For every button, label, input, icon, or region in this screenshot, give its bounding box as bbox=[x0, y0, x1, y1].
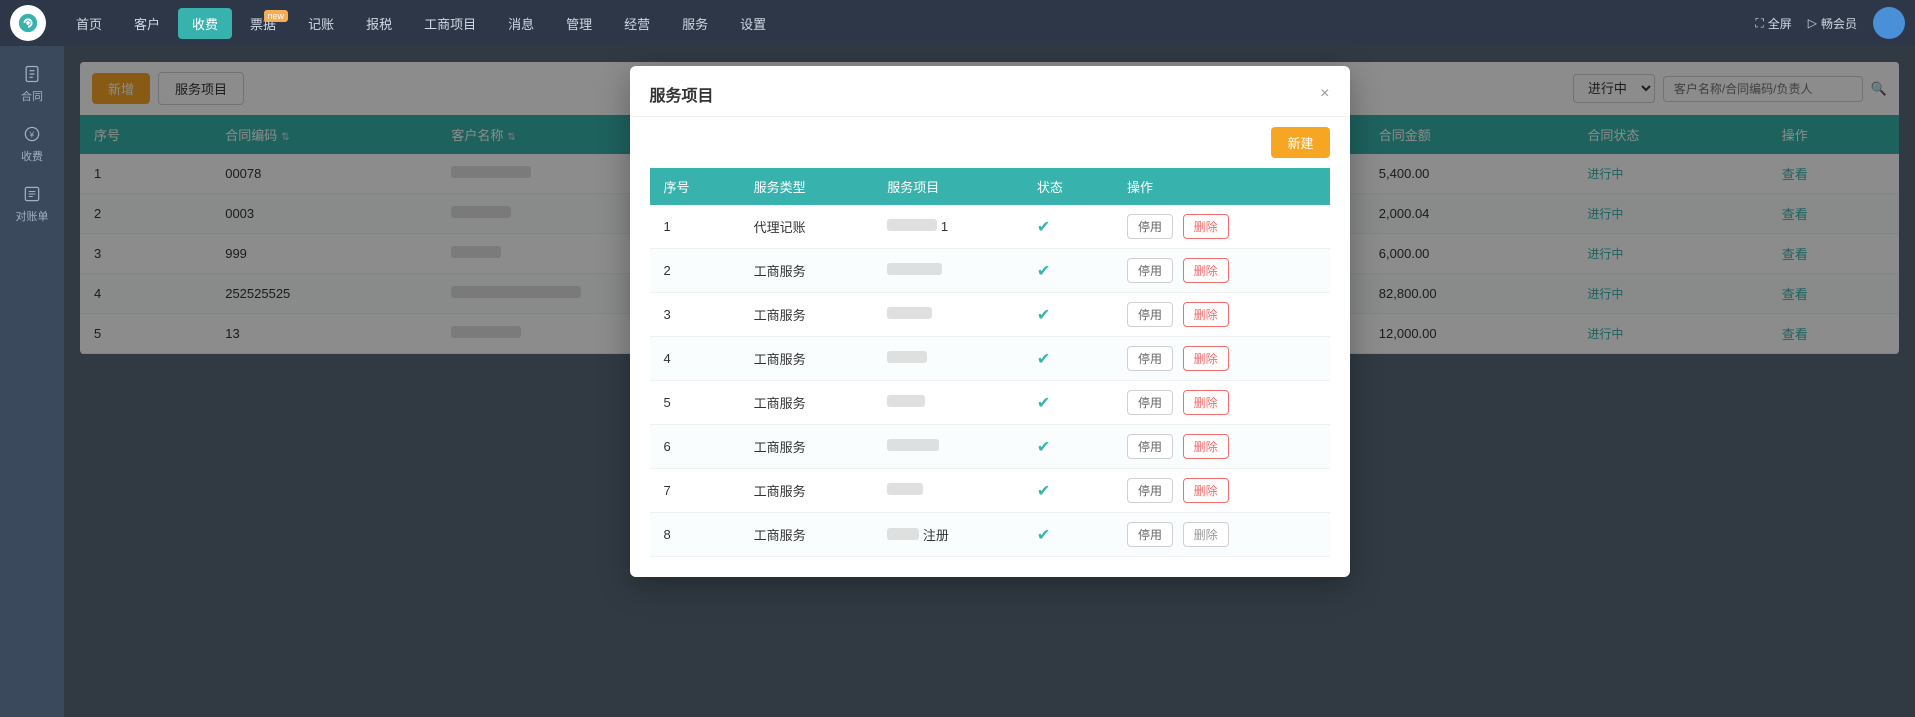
stop-button[interactable]: 停用 bbox=[1127, 390, 1173, 415]
modal-overlay[interactable]: 服务项目 × 新建 序号 服务类型 bbox=[64, 46, 1915, 717]
statement-icon bbox=[22, 184, 42, 204]
modal-header: 服务项目 × bbox=[630, 66, 1350, 117]
delete-button[interactable]: 删除 bbox=[1183, 302, 1229, 327]
modal-col-type: 服务类型 bbox=[740, 168, 874, 205]
nav-right: ⛶ 全屏 ▷ 畅会员 bbox=[1755, 7, 1905, 39]
new-badge: new bbox=[264, 10, 289, 22]
nav-items: 首页 客户 收费 票据 new 记账 报税 工商项目 消息 管理 经营 服务 设… bbox=[62, 8, 1755, 39]
modal-close-button[interactable]: × bbox=[1320, 85, 1329, 103]
modal-col-status: 状态 bbox=[1023, 168, 1113, 205]
nav-home[interactable]: 首页 bbox=[62, 8, 116, 39]
sidebar-item-contract[interactable]: 合同 bbox=[4, 56, 60, 112]
delete-button[interactable]: 删除 bbox=[1183, 434, 1229, 459]
nav-bookkeeping[interactable]: 记账 bbox=[294, 8, 348, 39]
sidebar: 合同 ¥ 收费 对账单 bbox=[0, 46, 64, 717]
vip-icon: ▷ bbox=[1808, 16, 1817, 30]
status-check-icon: ✔ bbox=[1037, 395, 1050, 412]
stop-button[interactable]: 停用 bbox=[1127, 522, 1173, 547]
nav-business[interactable]: 经营 bbox=[610, 8, 664, 39]
delete-button[interactable]: 删除 bbox=[1183, 258, 1229, 283]
nav-service[interactable]: 服务 bbox=[668, 8, 722, 39]
app-root: 首页 客户 收费 票据 new 记账 报税 工商项目 消息 管理 经营 服务 设… bbox=[0, 0, 1915, 717]
status-check-icon: ✔ bbox=[1037, 307, 1050, 324]
nav-invoice[interactable]: 票据 new bbox=[236, 8, 290, 39]
list-item: 3 工商服务 ✔ 停用 删除 bbox=[650, 293, 1330, 337]
stop-button[interactable]: 停用 bbox=[1127, 302, 1173, 327]
delete-button-disabled[interactable]: 删除 bbox=[1183, 522, 1229, 547]
list-item: 2 工商服务 ✔ 停用 删除 bbox=[650, 249, 1330, 293]
sidebar-item-statement[interactable]: 对账单 bbox=[4, 176, 60, 232]
sidebar-item-fee[interactable]: ¥ 收费 bbox=[4, 116, 60, 172]
stop-button[interactable]: 停用 bbox=[1127, 214, 1173, 239]
modal-table-wrap[interactable]: 序号 服务类型 服务项目 状态 操作 1 bbox=[630, 168, 1350, 577]
contract-icon bbox=[22, 64, 42, 84]
status-check-icon: ✔ bbox=[1037, 263, 1050, 280]
modal-col-action: 操作 bbox=[1113, 168, 1329, 205]
delete-button[interactable]: 删除 bbox=[1183, 346, 1229, 371]
modal-title: 服务项目 bbox=[650, 82, 714, 106]
nav-message[interactable]: 消息 bbox=[494, 8, 548, 39]
top-nav: 首页 客户 收费 票据 new 记账 报税 工商项目 消息 管理 经营 服务 设… bbox=[0, 0, 1915, 46]
status-check-icon: ✔ bbox=[1037, 439, 1050, 456]
delete-button[interactable]: 删除 bbox=[1183, 390, 1229, 415]
status-check-icon: ✔ bbox=[1037, 351, 1050, 368]
stop-button[interactable]: 停用 bbox=[1127, 258, 1173, 283]
logo bbox=[10, 5, 46, 41]
fullscreen-btn[interactable]: ⛶ 全屏 bbox=[1755, 15, 1791, 32]
status-check-icon: ✔ bbox=[1037, 527, 1050, 544]
list-item: 1 代理记账 1 ✔ 停用 删除 bbox=[650, 205, 1330, 249]
list-item: 8 工商服务 注册 ✔ 停用 删除 bbox=[650, 513, 1330, 557]
avatar[interactable] bbox=[1873, 7, 1905, 39]
modal-new-button[interactable]: 新建 bbox=[1271, 127, 1329, 158]
service-items-table: 序号 服务类型 服务项目 状态 操作 1 bbox=[650, 168, 1330, 557]
modal-col-item: 服务项目 bbox=[873, 168, 1023, 205]
nav-manage[interactable]: 管理 bbox=[552, 8, 606, 39]
content-area: 新增 服务项目 进行中 🔍 序号 合同编码⇅ bbox=[64, 46, 1915, 717]
status-check-icon: ✔ bbox=[1037, 219, 1050, 236]
vip-btn[interactable]: ▷ 畅会员 bbox=[1808, 15, 1857, 32]
fullscreen-icon: ⛶ bbox=[1755, 16, 1763, 31]
modal-col-seq: 序号 bbox=[650, 168, 740, 205]
delete-button[interactable]: 删除 bbox=[1183, 478, 1229, 503]
delete-button[interactable]: 删除 bbox=[1183, 214, 1229, 239]
fee-icon: ¥ bbox=[22, 124, 42, 144]
list-item: 6 工商服务 ✔ 停用 删除 bbox=[650, 425, 1330, 469]
stop-button[interactable]: 停用 bbox=[1127, 434, 1173, 459]
nav-bizproject[interactable]: 工商项目 bbox=[410, 8, 490, 39]
list-item: 4 工商服务 ✔ 停用 删除 bbox=[650, 337, 1330, 381]
modal-toolbar: 新建 bbox=[630, 117, 1350, 168]
main-layout: 合同 ¥ 收费 对账单 bbox=[0, 46, 1915, 717]
service-modal: 服务项目 × 新建 序号 服务类型 bbox=[630, 66, 1350, 577]
list-item: 5 工商服务 ✔ 停用 删除 bbox=[650, 381, 1330, 425]
stop-button[interactable]: 停用 bbox=[1127, 478, 1173, 503]
nav-settings[interactable]: 设置 bbox=[726, 8, 780, 39]
nav-tax[interactable]: 报税 bbox=[352, 8, 406, 39]
list-item: 7 工商服务 ✔ 停用 删除 bbox=[650, 469, 1330, 513]
stop-button[interactable]: 停用 bbox=[1127, 346, 1173, 371]
nav-fee[interactable]: 收费 bbox=[178, 8, 232, 39]
nav-client[interactable]: 客户 bbox=[120, 8, 174, 39]
svg-text:¥: ¥ bbox=[29, 129, 35, 139]
modal-body: 序号 服务类型 服务项目 状态 操作 1 bbox=[630, 168, 1350, 577]
status-check-icon: ✔ bbox=[1037, 483, 1050, 500]
